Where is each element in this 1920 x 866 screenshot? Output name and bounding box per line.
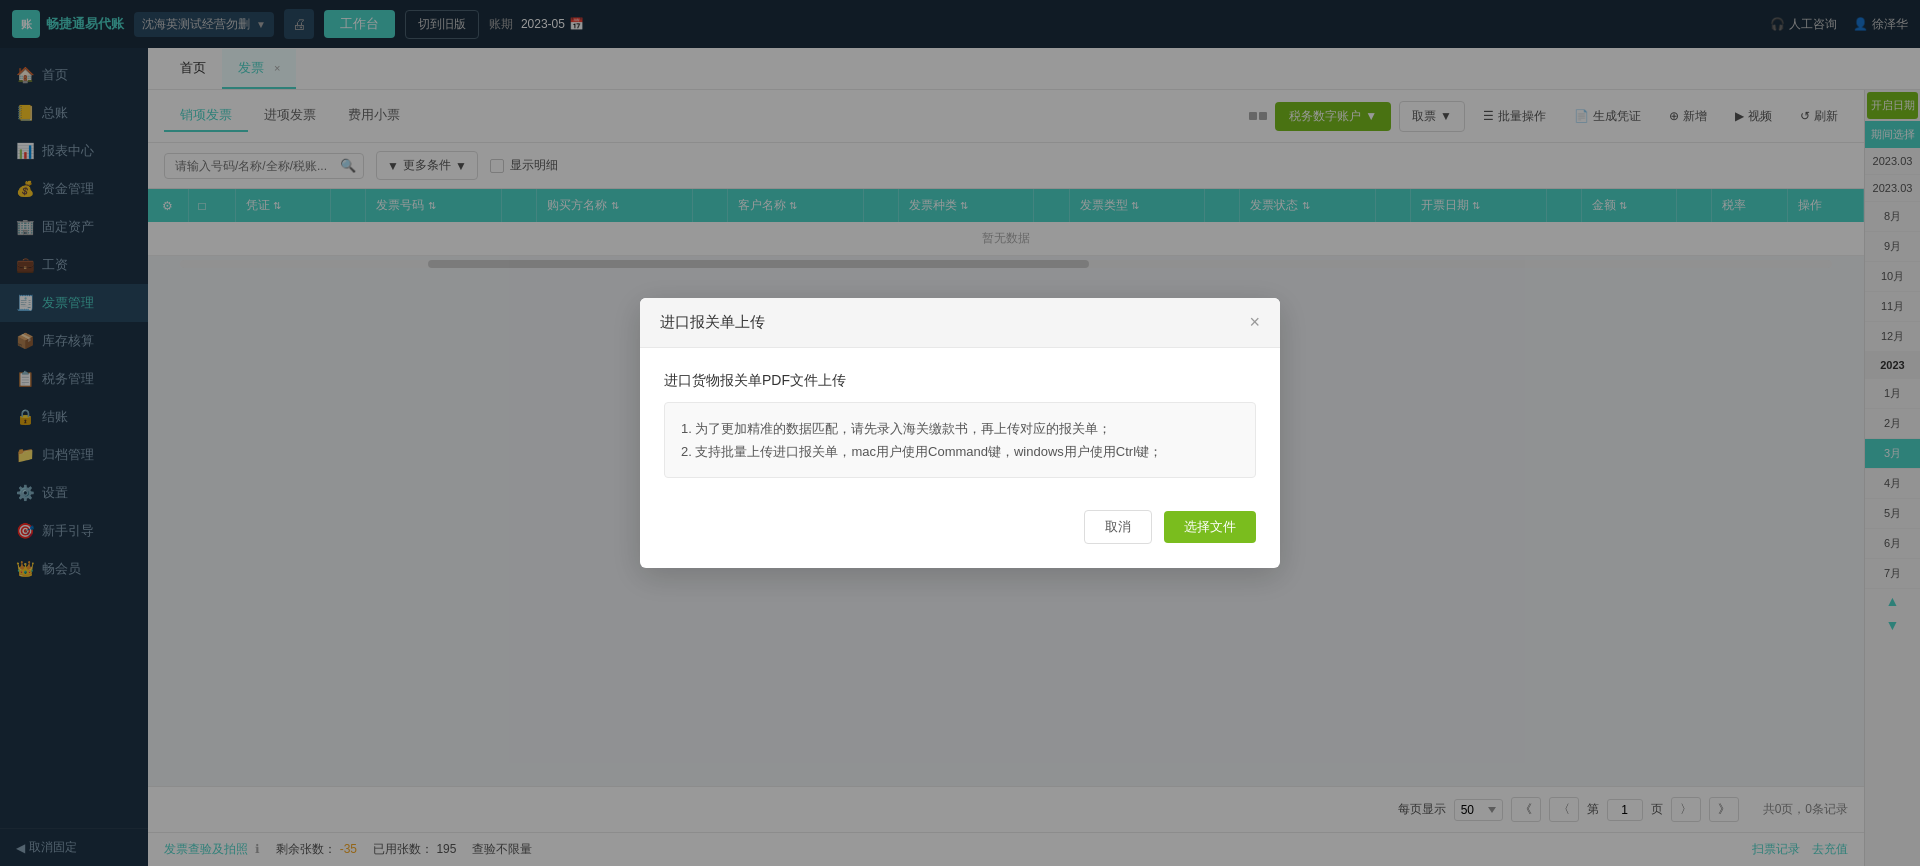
modal-footer: 取消 选择文件 — [640, 494, 1280, 568]
modal-header: 进口报关单上传 × — [640, 298, 1280, 348]
modal-info-box: 1. 为了更加精准的数据匹配，请先录入海关缴款书，再上传对应的报关单； 2. 支… — [664, 402, 1256, 479]
modal-overlay[interactable]: 进口报关单上传 × 进口货物报关单PDF文件上传 1. 为了更加精准的数据匹配，… — [0, 0, 1920, 866]
modal-info-line1: 1. 为了更加精准的数据匹配，请先录入海关缴款书，再上传对应的报关单； — [681, 417, 1239, 440]
modal-close-button[interactable]: × — [1249, 312, 1260, 333]
modal-info-line2: 2. 支持批量上传进口报关单，mac用户使用Command键，windows用户… — [681, 440, 1239, 463]
import-modal: 进口报关单上传 × 进口货物报关单PDF文件上传 1. 为了更加精准的数据匹配，… — [640, 298, 1280, 569]
modal-select-file-button[interactable]: 选择文件 — [1164, 511, 1256, 543]
modal-body: 进口货物报关单PDF文件上传 1. 为了更加精准的数据匹配，请先录入海关缴款书，… — [640, 348, 1280, 495]
modal-cancel-button[interactable]: 取消 — [1084, 510, 1152, 544]
modal-section-title: 进口货物报关单PDF文件上传 — [664, 372, 1256, 390]
modal-title: 进口报关单上传 — [660, 313, 765, 332]
